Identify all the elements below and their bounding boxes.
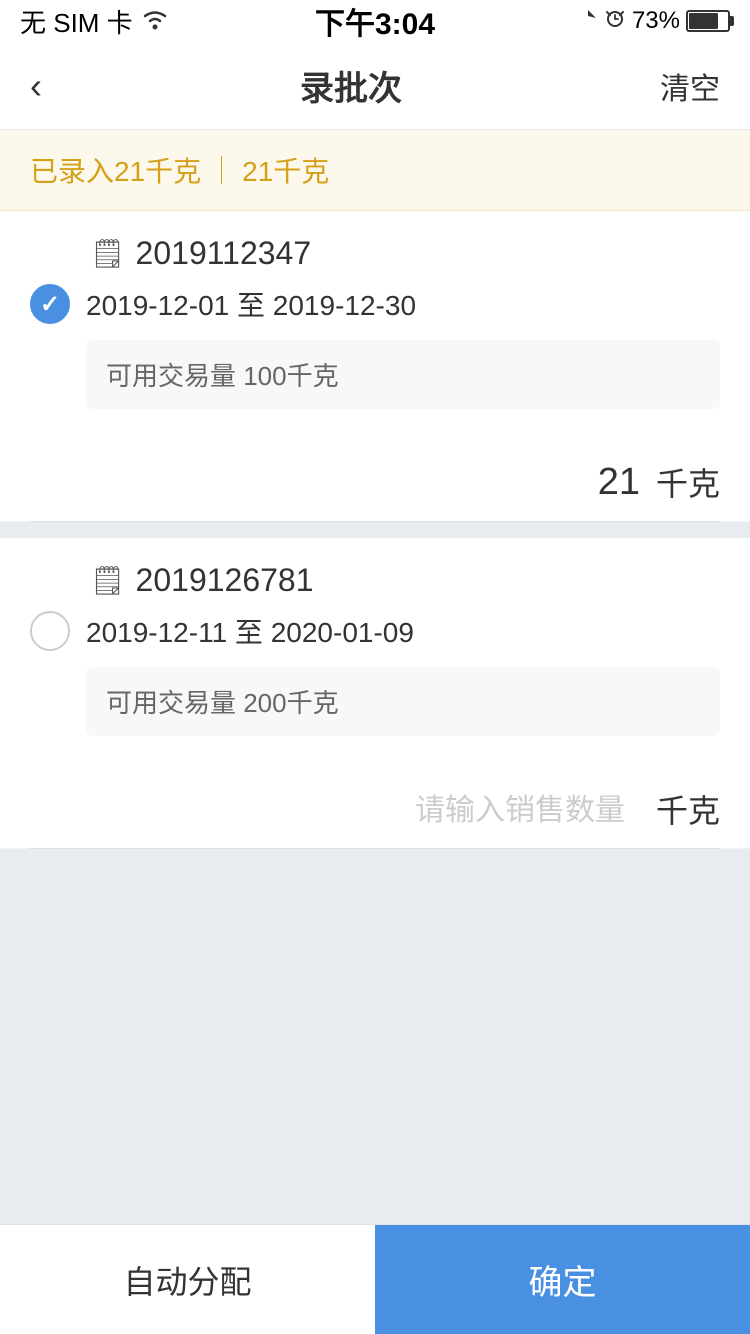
- auto-distribute-button[interactable]: 自动分配: [0, 1225, 375, 1334]
- batch-id-row-2: 🗒 2019126781: [30, 562, 720, 599]
- battery-percent: 73%: [632, 7, 680, 35]
- confirm-button[interactable]: 确定: [375, 1225, 750, 1334]
- quantity-value-1: 21: [598, 461, 640, 504]
- clear-button[interactable]: 清空: [660, 64, 720, 108]
- status-bar: 无 SIM 卡 下午3:04 73%: [0, 0, 750, 42]
- summary-divider: [221, 156, 222, 184]
- batch-icon-2: 🗒: [90, 564, 126, 597]
- page-title: 录批次: [300, 61, 402, 110]
- summary-entered-label: 已录入21千克: [30, 150, 201, 190]
- status-right: 73%: [578, 7, 730, 36]
- batch-radio-2[interactable]: [30, 611, 70, 651]
- section-separator: [0, 522, 750, 538]
- summary-bar: 已录入21千克 21千克: [0, 130, 750, 211]
- bottom-bar: 自动分配 确定: [0, 1224, 750, 1334]
- back-button[interactable]: ‹: [30, 65, 42, 107]
- batch-radio-1[interactable]: [30, 284, 70, 324]
- alarm-icon: [604, 7, 626, 36]
- avail-box-1: 可用交易量 100千克: [86, 340, 720, 409]
- batch-id-1: 2019112347: [136, 235, 312, 272]
- nav-bar: ‹ 录批次 清空: [0, 42, 750, 130]
- batch-date-row-2: 2019-12-11 至 2020-01-09: [30, 611, 720, 651]
- avail-box-2: 可用交易量 200千克: [86, 667, 720, 736]
- batch-id-row-1: 🗒 2019112347: [30, 235, 720, 272]
- status-time: 下午3:04: [315, 0, 435, 43]
- batch-id-2: 2019126781: [136, 562, 314, 599]
- battery-icon: [686, 10, 730, 32]
- batch-item-1: 🗒 2019112347 2019-12-01 至 2019-12-30 可用交…: [0, 211, 750, 439]
- quantity-input-2[interactable]: [220, 791, 640, 828]
- input-unit-2: 千克: [656, 786, 720, 832]
- location-icon: [578, 7, 598, 35]
- batch-icon-1: 🗒: [90, 237, 126, 270]
- quantity-row-1: 21 千克: [0, 439, 750, 521]
- batch-date-1: 2019-12-01 至 2019-12-30: [86, 284, 416, 324]
- batch-date-2: 2019-12-11 至 2020-01-09: [86, 611, 414, 651]
- batch-date-row-1: 2019-12-01 至 2019-12-30: [30, 284, 720, 324]
- carrier-text: 无 SIM 卡: [20, 3, 133, 40]
- status-left: 无 SIM 卡: [20, 3, 169, 40]
- input-row-2: 千克: [0, 766, 750, 848]
- summary-amount: 21千克: [242, 150, 329, 190]
- wifi-icon: [141, 6, 169, 37]
- batch-item-2: 🗒 2019126781 2019-12-11 至 2020-01-09 可用交…: [0, 538, 750, 766]
- quantity-unit-1: 千克: [656, 459, 720, 505]
